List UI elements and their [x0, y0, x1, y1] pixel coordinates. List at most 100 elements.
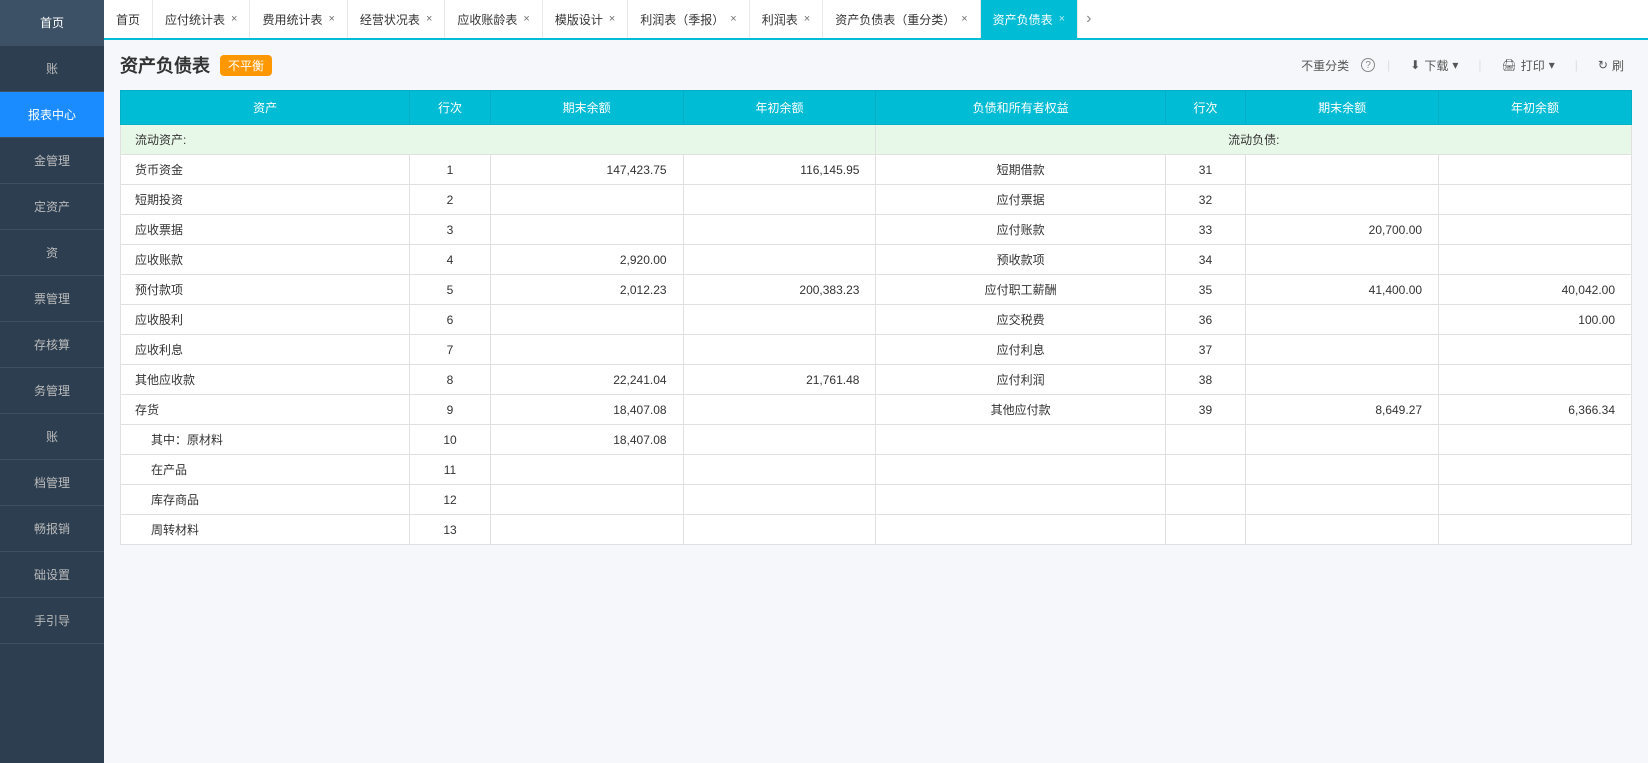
period-end2-cell	[1246, 485, 1439, 515]
table-row: 流动资产: 流动负债:	[121, 125, 1632, 155]
download-button[interactable]: ⬇ 下载 ▾	[1402, 53, 1466, 78]
close-icon[interactable]: ×	[426, 13, 432, 25]
sidebar-item-report-center[interactable]: 报表中心	[0, 92, 104, 138]
period-end-cell	[490, 305, 683, 335]
tab-home[interactable]: 首页	[104, 0, 153, 39]
row-num2-cell	[1165, 485, 1245, 515]
asset-cell: 流动资产:	[121, 125, 876, 155]
sidebar-item-ledger[interactable]: 账	[0, 414, 104, 460]
close-icon[interactable]: ×	[730, 13, 736, 25]
year-start-cell	[683, 455, 876, 485]
row-num-cell: 8	[410, 365, 490, 395]
liability-name-cell	[876, 515, 1165, 545]
tab-receivable-age[interactable]: 应收账龄表 ×	[445, 0, 542, 39]
close-icon[interactable]: ×	[328, 13, 334, 25]
close-icon[interactable]: ×	[523, 13, 529, 25]
row-num-cell: 5	[410, 275, 490, 305]
close-icon[interactable]: ×	[1059, 13, 1065, 25]
page-title-area: 资产负债表 不平衡	[120, 52, 272, 78]
tab-biz-status[interactable]: 经营状况表 ×	[348, 0, 445, 39]
row-num-cell: 11	[410, 455, 490, 485]
close-icon[interactable]: ×	[961, 13, 967, 25]
tab-balance-sheet[interactable]: 资产负债表 ×	[981, 0, 1078, 39]
table-row: 在产品 11	[121, 455, 1632, 485]
col-row-num: 行次	[410, 91, 490, 125]
sidebar-item-archive[interactable]: 档管理	[0, 460, 104, 506]
table-row: 应收利息 7 应付利息 37	[121, 335, 1632, 365]
year-start2-cell	[1439, 335, 1632, 365]
balance-sheet-table: 资产 行次 期末余额 年初余额 负债和所有者权益 行次 期末余额 年初余额 流动…	[120, 90, 1632, 545]
year-start-cell	[683, 185, 876, 215]
page-header: 资产负债表 不平衡 不重分类 ? | ⬇ 下载 ▾ | 🖨 打印 ▾ |	[120, 52, 1632, 78]
period-end-cell	[490, 185, 683, 215]
liability-name-cell	[876, 425, 1165, 455]
sidebar-item-ticket-mgmt[interactable]: 票管理	[0, 276, 104, 322]
close-icon[interactable]: ×	[804, 13, 810, 25]
year-start2-cell	[1439, 455, 1632, 485]
table-row: 预付款项 5 2,012.23 200,383.23 应付职工薪酬 35 41,…	[121, 275, 1632, 305]
table-row: 货币资金 1 147,423.75 116,145.95 短期借款 31	[121, 155, 1632, 185]
period-end2-cell	[1246, 245, 1439, 275]
tab-profit[interactable]: 利润表 ×	[750, 0, 823, 39]
year-start-cell	[683, 425, 876, 455]
year-start2-cell	[1439, 515, 1632, 545]
asset-name-cell: 应收利息	[121, 335, 410, 365]
table-row: 应收票据 3 应付账款 33 20,700.00	[121, 215, 1632, 245]
tab-profit-quarterly[interactable]: 利润表（季报） ×	[628, 0, 749, 39]
sidebar-item-guide[interactable]: 手引导	[0, 598, 104, 644]
tab-payable-stats[interactable]: 应付统计表 ×	[153, 0, 250, 39]
row-num2-cell: 35	[1165, 275, 1245, 305]
row-num2-cell: 39	[1165, 395, 1245, 425]
print-button[interactable]: 🖨 打印 ▾	[1494, 53, 1563, 78]
asset-name-cell: 在产品	[121, 455, 410, 485]
sidebar-item-inventory[interactable]: 存核算	[0, 322, 104, 368]
sidebar-item-investment[interactable]: 资	[0, 230, 104, 276]
sidebar-item-home[interactable]: 首页	[0, 0, 104, 46]
liability-name-cell: 应付账款	[876, 215, 1165, 245]
tab-label: 模版设计	[555, 11, 603, 28]
sidebar-item-fixed-assets[interactable]: 定资产	[0, 184, 104, 230]
row-num2-cell: 33	[1165, 215, 1245, 245]
asset-name-cell: 其他应收款	[121, 365, 410, 395]
period-end2-cell: 41,400.00	[1246, 275, 1439, 305]
close-icon[interactable]: ×	[231, 13, 237, 25]
tab-expense-stats[interactable]: 费用统计表 ×	[250, 0, 347, 39]
tab-template-design[interactable]: 模版设计 ×	[543, 0, 628, 39]
period-end2-cell	[1246, 365, 1439, 395]
sidebar-item-settings[interactable]: 础设置	[0, 552, 104, 598]
period-end-cell	[490, 335, 683, 365]
year-start2-cell	[1439, 485, 1632, 515]
row-num-cell: 3	[410, 215, 490, 245]
sidebar-item-expense[interactable]: 畅报销	[0, 506, 104, 552]
unbalanced-badge: 不平衡	[220, 55, 272, 76]
year-start-cell	[683, 305, 876, 335]
tab-home-label: 首页	[116, 11, 140, 28]
tab-scroll-right[interactable]: ›	[1078, 10, 1099, 28]
tab-bar: 首页 应付统计表 × 费用统计表 × 经营状况表 × 应收账龄表 × 模版设计 …	[104, 0, 1648, 40]
refresh-button[interactable]: ↻ 刷	[1590, 53, 1632, 78]
year-start2-cell: 100.00	[1439, 305, 1632, 335]
year-start2-cell	[1439, 425, 1632, 455]
row-num-cell: 4	[410, 245, 490, 275]
help-icon[interactable]: ?	[1361, 58, 1375, 72]
col-liability-equity: 负债和所有者权益	[876, 91, 1165, 125]
tab-balance-reclassified[interactable]: 资产负债表（重分类） ×	[823, 0, 980, 39]
year-start2-cell: 40,042.00	[1439, 275, 1632, 305]
year-start2-cell	[1439, 245, 1632, 275]
year-start-cell: 21,761.48	[683, 365, 876, 395]
sidebar-item-task-mgmt[interactable]: 务管理	[0, 368, 104, 414]
row-num2-cell: 32	[1165, 185, 1245, 215]
sidebar-item-fund-mgmt[interactable]: 金管理	[0, 138, 104, 184]
period-end-cell: 2,012.23	[490, 275, 683, 305]
asset-name-cell: 应收股利	[121, 305, 410, 335]
close-icon[interactable]: ×	[609, 13, 615, 25]
period-end-cell	[490, 485, 683, 515]
row-num2-cell: 38	[1165, 365, 1245, 395]
liability-name-cell: 应付职工薪酬	[876, 275, 1165, 305]
main-area: 首页 应付统计表 × 费用统计表 × 经营状况表 × 应收账龄表 × 模版设计 …	[104, 0, 1648, 763]
print-chevron-icon: ▾	[1549, 58, 1555, 72]
download-chevron-icon: ▾	[1452, 58, 1458, 72]
liability-name-cell: 短期借款	[876, 155, 1165, 185]
liability-name-cell: 预收款项	[876, 245, 1165, 275]
sidebar-item-account[interactable]: 账	[0, 46, 104, 92]
